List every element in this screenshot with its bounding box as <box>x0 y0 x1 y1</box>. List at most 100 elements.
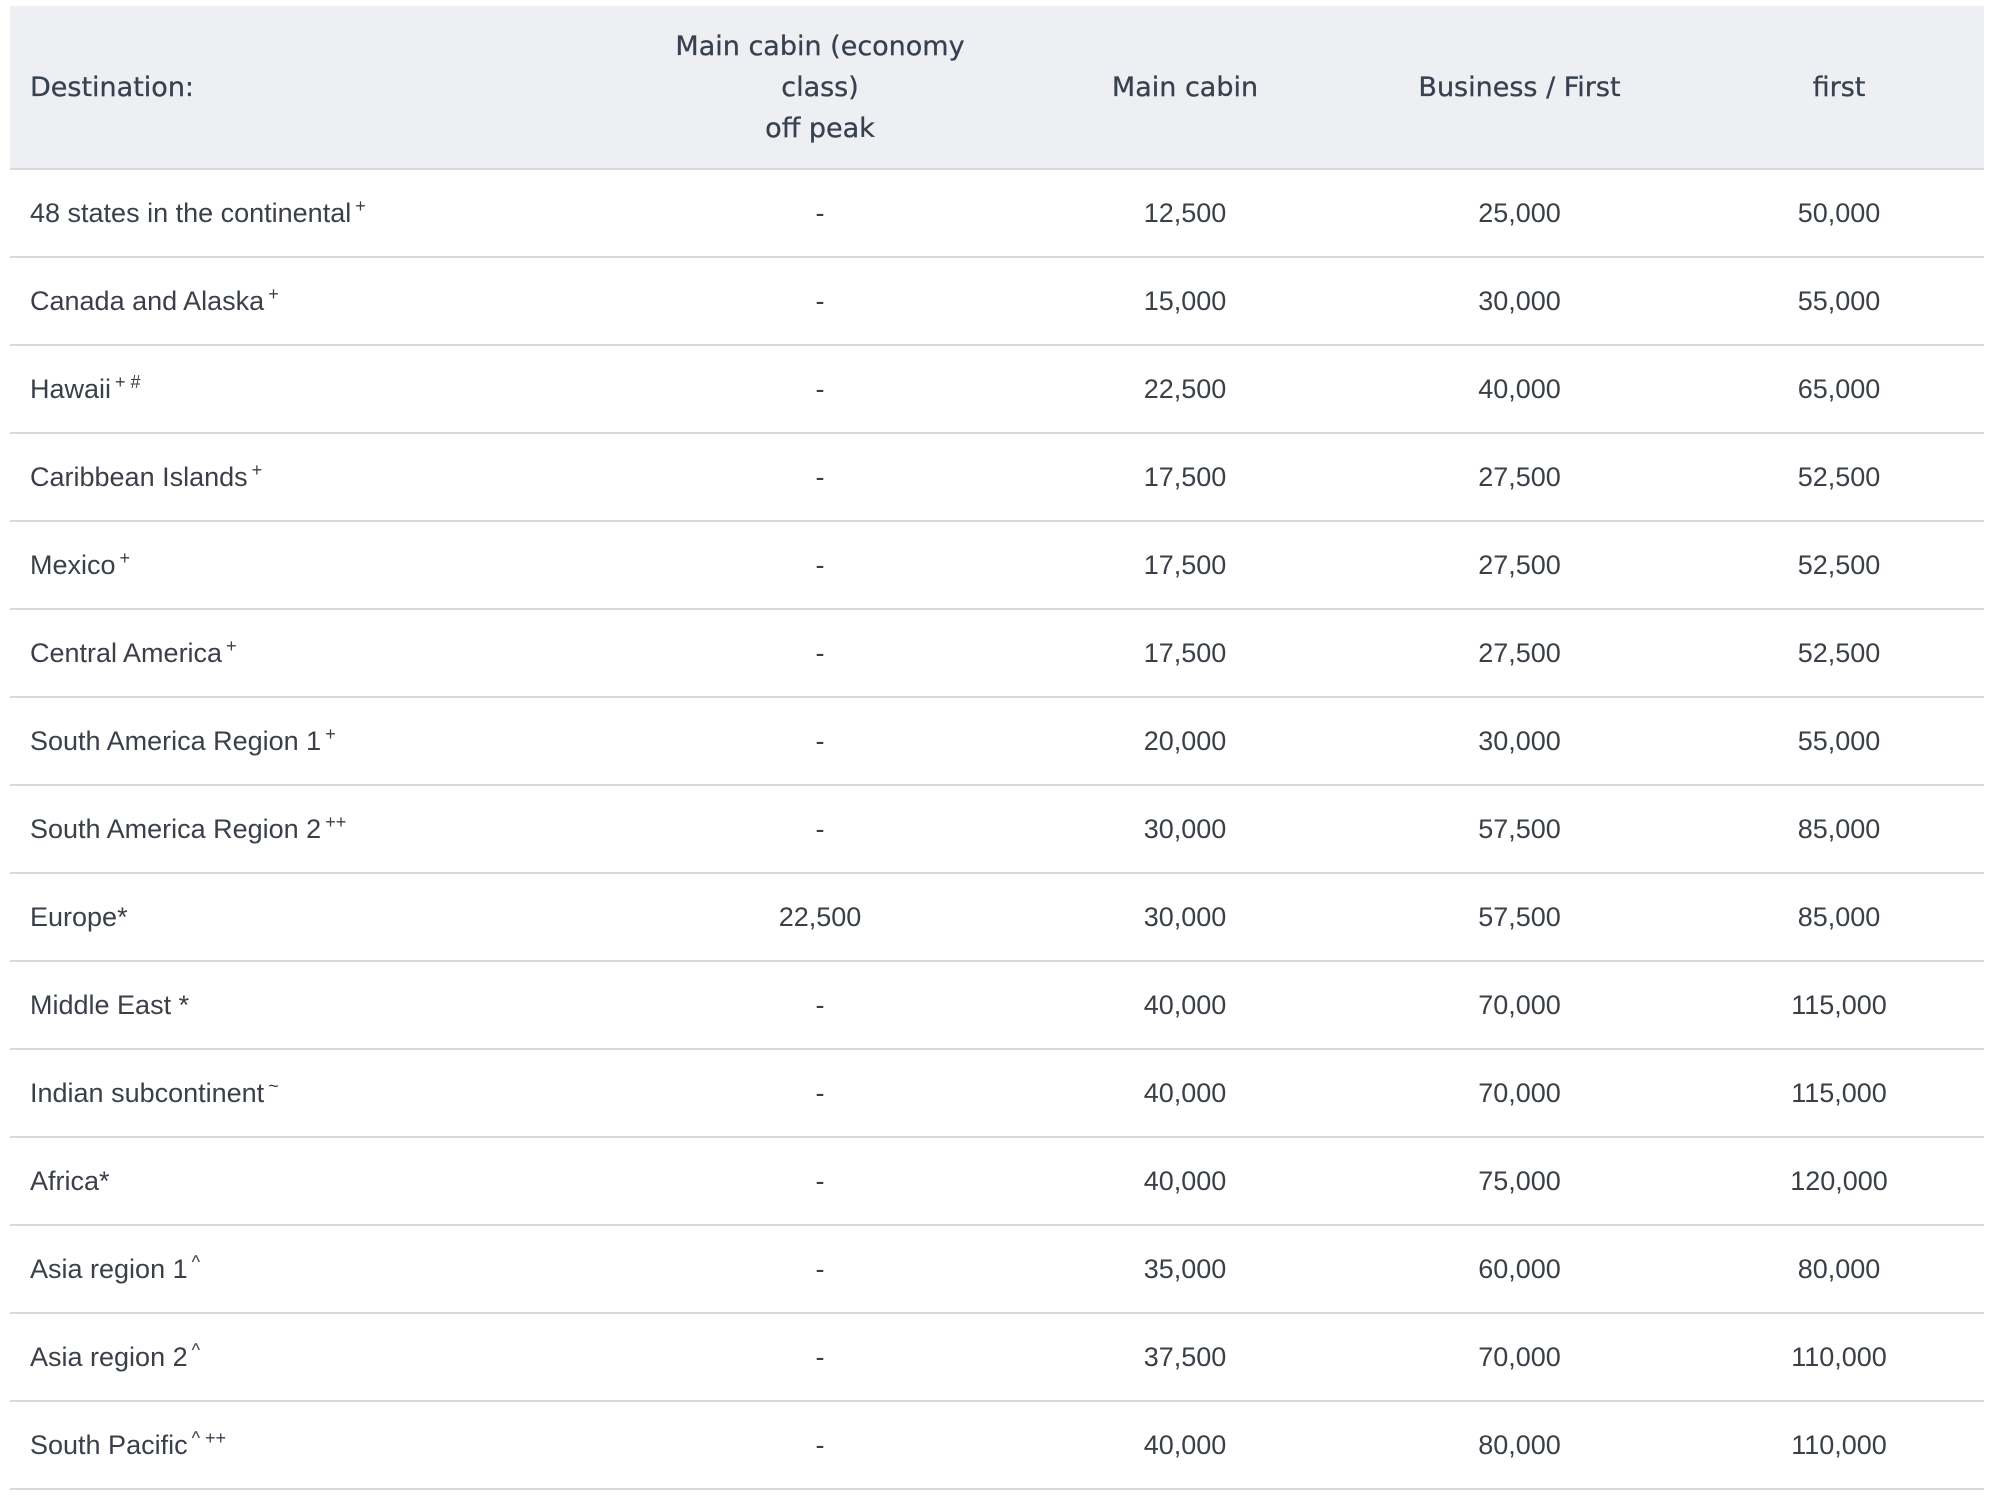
cell-main-cabin: 17,500 <box>1025 609 1345 698</box>
table-row: 48 states in the continental + -12,500 25,0… <box>10 169 1984 258</box>
destination-label: 48 states in the continental <box>30 197 352 228</box>
footnote-mark: + # <box>115 371 141 392</box>
table-row: Canada and Alaska + -15,000 30,000 55,000 <box>10 257 1984 346</box>
cell-main-cabin: 30,000 <box>1025 873 1345 962</box>
footnote-mark: + <box>268 283 279 304</box>
table-body: 48 states in the continental + -12,500 25,0… <box>10 169 1984 1490</box>
cell-main-cabin: 37,500 <box>1025 1313 1345 1402</box>
cell-business-first: 70,000 <box>1345 1049 1694 1138</box>
header-off-peak-line-3: off peak <box>765 112 875 144</box>
cell-business-first: 27,500 <box>1345 521 1694 610</box>
table-row: South America Region 2 ++ -30,000 57,500 85,… <box>10 785 1984 874</box>
cell-destination: Mexico + <box>10 521 615 610</box>
destination-label: Central America <box>30 637 223 668</box>
cell-business-first: 25,000 <box>1345 169 1694 258</box>
cell-destination: South Pacific ^ ++ <box>10 1401 615 1490</box>
table-row: South Pacific ^ ++ -40,000 80,000 110,000 <box>10 1401 1984 1490</box>
cell-business-first: 80,000 <box>1345 1401 1694 1490</box>
destination-label: Indian subcontinent <box>30 1077 265 1108</box>
cell-main-cabin-off-peak: - <box>615 609 1025 698</box>
cell-main-cabin-off-peak: - <box>615 521 1025 610</box>
destination-label: Hawaii <box>30 373 112 404</box>
cell-destination: Asia region 1 ^ <box>10 1225 615 1314</box>
cell-first: 85,000 <box>1694 785 1984 874</box>
destination-label: Canada and Alaska <box>30 285 265 316</box>
table-header-row: Destination: Main cabin (economy class) … <box>10 6 1984 170</box>
footnote-mark: + <box>251 459 263 480</box>
cell-main-cabin-off-peak: - <box>615 1049 1025 1138</box>
cell-first: 80,000 <box>1694 1225 1984 1314</box>
footnote-mark: ^ <box>191 1251 201 1272</box>
cell-business-first: 60,000 <box>1345 1225 1694 1314</box>
cell-first: 55,000 <box>1694 697 1984 786</box>
destination-label: South America Region 2 <box>30 813 322 844</box>
cell-business-first: 30,000 <box>1345 257 1694 346</box>
cell-destination: Africa* <box>10 1137 615 1226</box>
table-row: Africa* -40,000 75,000 120,000 <box>10 1137 1984 1226</box>
award-chart-table: Destination: Main cabin (economy class) … <box>10 6 1984 1490</box>
cell-business-first: 27,500 <box>1345 433 1694 522</box>
cell-main-cabin: 17,500 <box>1025 521 1345 610</box>
cell-main-cabin-off-peak: - <box>615 1401 1025 1490</box>
footnote-mark: ~ <box>268 1075 279 1096</box>
table-row: Asia region 2 ^ -37,500 70,000 110,000 <box>10 1313 1984 1402</box>
header-main-cabin: Main cabin <box>1025 6 1345 170</box>
table-row: Europe* 22,500 30,000 57,500 85,000 <box>10 873 1984 962</box>
cell-first: 115,000 <box>1694 961 1984 1050</box>
destination-label: Caribbean Islands <box>30 461 248 492</box>
cell-main-cabin-off-peak: - <box>615 1137 1025 1226</box>
cell-first: 52,500 <box>1694 433 1984 522</box>
cell-destination: Central America + <box>10 609 615 698</box>
cell-main-cabin-off-peak: - <box>615 961 1025 1050</box>
cell-first: 50,000 <box>1694 169 1984 258</box>
cell-destination: Hawaii + # <box>10 345 615 434</box>
table-row: Asia region 1 ^ -35,000 60,000 80,000 <box>10 1225 1984 1314</box>
table-row: Central America + -17,500 27,500 52,500 <box>10 609 1984 698</box>
footnote-mark: ^ <box>191 1339 201 1360</box>
cell-main-cabin-off-peak: - <box>615 257 1025 346</box>
destination-label: South Pacific <box>30 1429 188 1460</box>
cell-destination: Asia region 2 ^ <box>10 1313 615 1402</box>
header-destination: Destination: <box>10 6 615 170</box>
destination-label: Europe* <box>30 901 128 932</box>
footnote-mark: + <box>355 195 366 216</box>
cell-destination: Canada and Alaska + <box>10 257 615 346</box>
cell-business-first: 70,000 <box>1345 1313 1694 1402</box>
cell-main-cabin-off-peak: 22,500 <box>615 873 1025 962</box>
table-row: Indian subcontinent ~ -40,000 70,000 115,000 <box>10 1049 1984 1138</box>
cell-main-cabin-off-peak: - <box>615 1313 1025 1402</box>
cell-business-first: 27,500 <box>1345 609 1694 698</box>
header-business-first: Business / First <box>1345 6 1694 170</box>
destination-label: Africa* <box>30 1165 110 1196</box>
cell-destination: South America Region 1 + <box>10 697 615 786</box>
cell-main-cabin: 40,000 <box>1025 1137 1345 1226</box>
table-row: Caribbean Islands + -17,500 27,500 52,500 <box>10 433 1984 522</box>
cell-main-cabin-off-peak: - <box>615 345 1025 434</box>
header-main-cabin-off-peak: Main cabin (economy class) off peak <box>615 6 1025 170</box>
cell-first: 85,000 <box>1694 873 1984 962</box>
cell-first: 55,000 <box>1694 257 1984 346</box>
cell-main-cabin-off-peak: - <box>615 697 1025 786</box>
cell-main-cabin: 12,500 <box>1025 169 1345 258</box>
cell-business-first: 30,000 <box>1345 697 1694 786</box>
destination-label: Asia region 2 <box>30 1341 188 1372</box>
cell-business-first: 57,500 <box>1345 873 1694 962</box>
cell-main-cabin: 17,500 <box>1025 433 1345 522</box>
cell-business-first: 75,000 <box>1345 1137 1694 1226</box>
table-row: South America Region 1 + -20,000 30,000 55,0… <box>10 697 1984 786</box>
cell-main-cabin: 20,000 <box>1025 697 1345 786</box>
cell-first: 65,000 <box>1694 345 1984 434</box>
cell-first: 52,500 <box>1694 609 1984 698</box>
cell-main-cabin: 35,000 <box>1025 1225 1345 1314</box>
footnote-mark: ++ <box>325 811 347 832</box>
cell-main-cabin-off-peak: - <box>615 785 1025 874</box>
award-chart-table-container: Destination: Main cabin (economy class) … <box>10 6 1984 1490</box>
cell-first: 120,000 <box>1694 1137 1984 1226</box>
cell-first: 52,500 <box>1694 521 1984 610</box>
header-off-peak-line-2: class) <box>781 71 859 103</box>
cell-first: 115,000 <box>1694 1049 1984 1138</box>
cell-main-cabin: 40,000 <box>1025 1401 1345 1490</box>
cell-first: 110,000 <box>1694 1401 1984 1490</box>
footnote-mark: ^ ++ <box>191 1427 227 1448</box>
cell-first: 110,000 <box>1694 1313 1984 1402</box>
